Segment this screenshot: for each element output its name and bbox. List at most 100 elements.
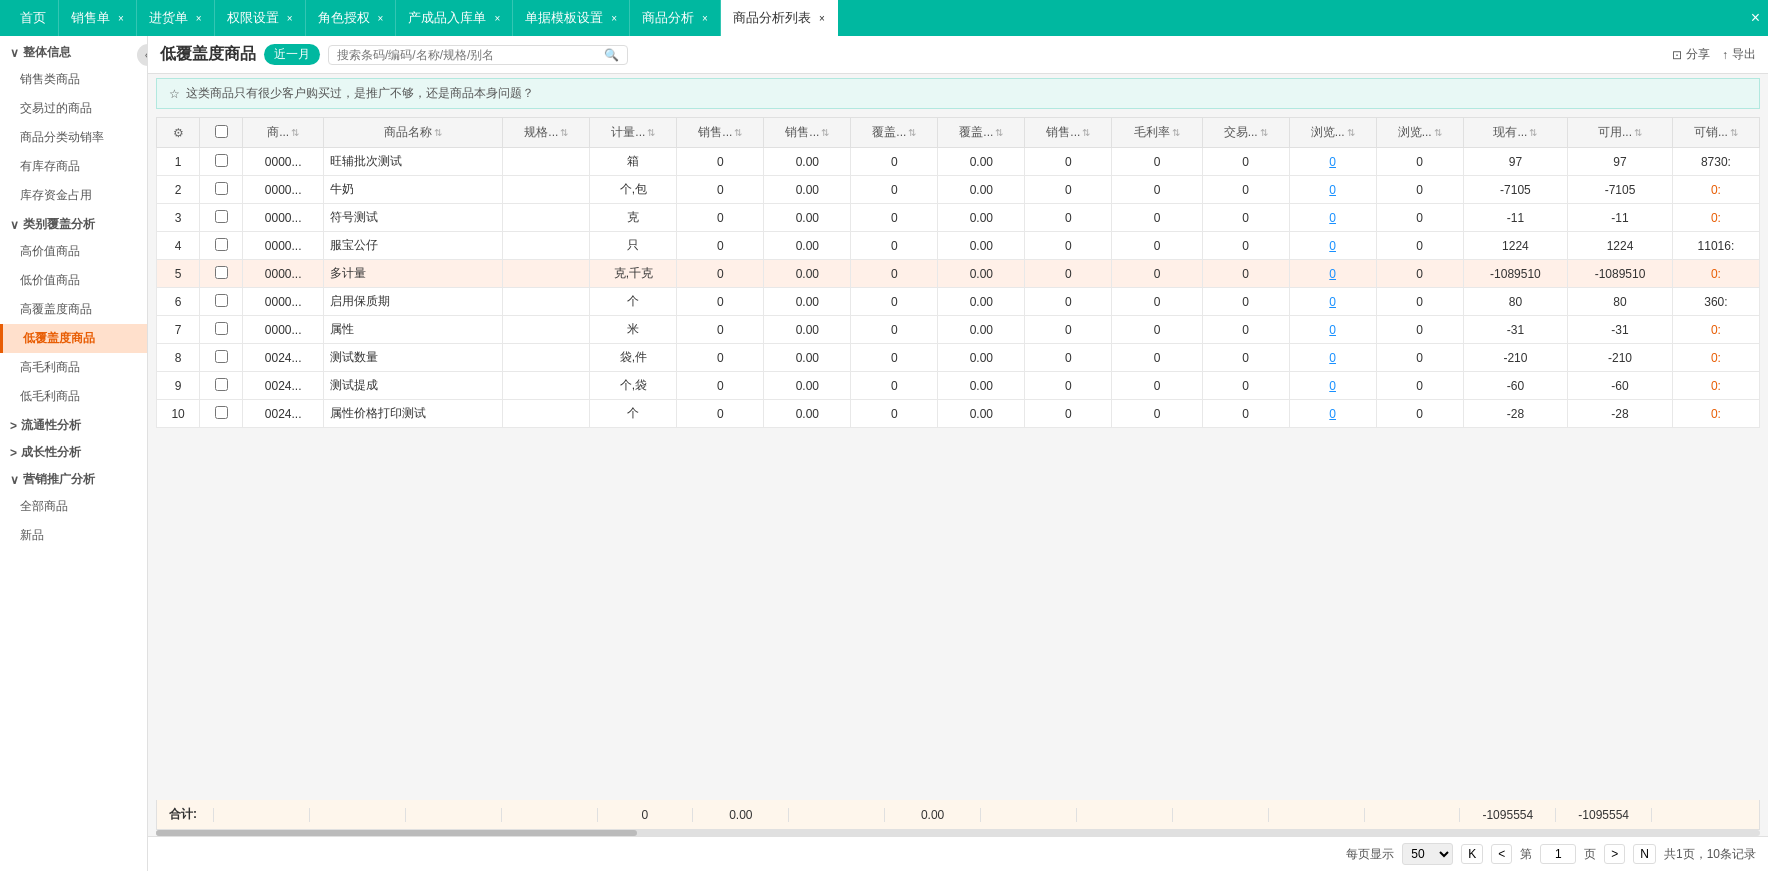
- nav-tab-product-stock[interactable]: 产成品入库单 ×: [396, 0, 513, 36]
- sidebar-item-low-value[interactable]: 低价值商品: [0, 266, 147, 295]
- checkbox-column-header[interactable]: [200, 118, 243, 148]
- col-header-view2[interactable]: 浏览...⇅: [1376, 118, 1463, 148]
- close-icon[interactable]: ×: [378, 13, 384, 24]
- close-all-tabs-button[interactable]: ×: [1751, 9, 1760, 27]
- row-avail-qty: -11: [1568, 204, 1673, 232]
- sidebar-section-category-coverage[interactable]: ∨ 类别覆盖分析: [0, 210, 147, 237]
- first-page-button[interactable]: K: [1461, 844, 1483, 864]
- row-checkbox[interactable]: [200, 260, 243, 288]
- row-view1[interactable]: 0: [1289, 260, 1376, 288]
- row-view1[interactable]: 0: [1289, 232, 1376, 260]
- col-header-gross-rate[interactable]: 毛利率⇅: [1112, 118, 1202, 148]
- row-checkbox[interactable]: [200, 232, 243, 260]
- row-view1[interactable]: 0: [1289, 148, 1376, 176]
- next-page-button[interactable]: >: [1604, 844, 1625, 864]
- sidebar-item-new-goods[interactable]: 新品: [0, 521, 147, 550]
- col-header-name[interactable]: 商品名称⇅: [324, 118, 503, 148]
- col-header-cover1[interactable]: 覆盖...⇅: [851, 118, 938, 148]
- sidebar-section-growth[interactable]: > 成长性分析: [0, 438, 147, 465]
- row-select-checkbox[interactable]: [215, 378, 228, 391]
- close-icon[interactable]: ×: [494, 13, 500, 24]
- share-button[interactable]: ⊡ 分享: [1672, 46, 1710, 63]
- table-container[interactable]: ⚙ 商...⇅ 商品名称⇅ 规格...⇅ 计量...⇅ 销售...⇅ 销售...…: [148, 113, 1768, 800]
- nav-tab-sales[interactable]: 销售单 ×: [59, 0, 137, 36]
- settings-column-header[interactable]: ⚙: [157, 118, 200, 148]
- sidebar-section-marketing[interactable]: ∨ 营销推广分析: [0, 465, 147, 492]
- sidebar-item-low-margin[interactable]: 低毛利商品: [0, 382, 147, 411]
- row-checkbox[interactable]: [200, 288, 243, 316]
- row-select-checkbox[interactable]: [215, 350, 228, 363]
- sidebar-item-high-value[interactable]: 高价值商品: [0, 237, 147, 266]
- col-header-code[interactable]: 商...⇅: [242, 118, 324, 148]
- row-select-checkbox[interactable]: [215, 182, 228, 195]
- row-checkbox[interactable]: [200, 176, 243, 204]
- row-select-checkbox[interactable]: [215, 210, 228, 223]
- col-header-sales-qty[interactable]: 销售...⇅: [677, 118, 764, 148]
- col-header-unit[interactable]: 计量...⇅: [590, 118, 677, 148]
- nav-tab-analysis[interactable]: 商品分析 ×: [630, 0, 721, 36]
- row-checkbox[interactable]: [200, 400, 243, 428]
- select-all-checkbox[interactable]: [215, 125, 228, 138]
- row-select-checkbox[interactable]: [215, 266, 228, 279]
- row-avail-qty: -28: [1568, 400, 1673, 428]
- close-icon[interactable]: ×: [702, 13, 708, 24]
- row-checkbox[interactable]: [200, 316, 243, 344]
- row-checkbox[interactable]: [200, 148, 243, 176]
- row-view1[interactable]: 0: [1289, 288, 1376, 316]
- nav-tab-permission[interactable]: 权限设置 ×: [215, 0, 306, 36]
- row-select-checkbox[interactable]: [215, 322, 228, 335]
- filter-period-button[interactable]: 近一月: [264, 44, 320, 65]
- sidebar-item-stocked-goods[interactable]: 有库存商品: [0, 152, 147, 181]
- sidebar-item-high-coverage[interactable]: 高覆盖度商品: [0, 295, 147, 324]
- sidebar-section-liquidity[interactable]: > 流通性分析: [0, 411, 147, 438]
- nav-tab-role[interactable]: 角色授权 ×: [306, 0, 397, 36]
- row-select-checkbox[interactable]: [215, 238, 228, 251]
- sidebar-item-sales-goods[interactable]: 销售类商品: [0, 65, 147, 94]
- row-code: 0024...: [242, 344, 324, 372]
- col-header-sales-amt[interactable]: 销售...⇅: [764, 118, 851, 148]
- sidebar-item-traded-goods[interactable]: 交易过的商品: [0, 94, 147, 123]
- row-view1[interactable]: 0: [1289, 372, 1376, 400]
- close-icon[interactable]: ×: [611, 13, 617, 24]
- row-select-checkbox[interactable]: [215, 406, 228, 419]
- close-icon[interactable]: ×: [287, 13, 293, 24]
- row-view1[interactable]: 0: [1289, 400, 1376, 428]
- row-select-checkbox[interactable]: [215, 294, 228, 307]
- col-header-current-qty[interactable]: 现有...⇅: [1463, 118, 1568, 148]
- close-icon[interactable]: ×: [819, 13, 825, 24]
- row-checkbox[interactable]: [200, 204, 243, 232]
- nav-tab-home[interactable]: 首页: [8, 0, 59, 36]
- row-view1[interactable]: 0: [1289, 204, 1376, 232]
- nav-tab-analysis-list[interactable]: 商品分析列表 ×: [721, 0, 838, 36]
- row-view1[interactable]: 0: [1289, 176, 1376, 204]
- search-input[interactable]: [337, 48, 604, 62]
- row-checkbox[interactable]: [200, 372, 243, 400]
- row-view1[interactable]: 0: [1289, 344, 1376, 372]
- sidebar-item-all-goods[interactable]: 全部商品: [0, 492, 147, 521]
- col-header-sales3[interactable]: 销售...⇅: [1025, 118, 1112, 148]
- col-header-spec[interactable]: 规格...⇅: [503, 118, 590, 148]
- row-checkbox[interactable]: [200, 344, 243, 372]
- footer-cell-empty7: [1076, 808, 1172, 822]
- close-icon[interactable]: ×: [118, 13, 124, 24]
- export-button[interactable]: ↑ 导出: [1722, 46, 1756, 63]
- sidebar-item-high-margin[interactable]: 高毛利商品: [0, 353, 147, 382]
- sidebar-item-category-rate[interactable]: 商品分类动销率: [0, 123, 147, 152]
- prev-page-button[interactable]: <: [1491, 844, 1512, 864]
- last-page-button[interactable]: N: [1633, 844, 1656, 864]
- per-page-select[interactable]: 50 10 20 100: [1402, 843, 1453, 865]
- page-input[interactable]: [1540, 844, 1576, 864]
- nav-tab-purchase[interactable]: 进货单 ×: [137, 0, 215, 36]
- sidebar-item-stock-capital[interactable]: 库存资金占用: [0, 181, 147, 210]
- col-header-trade[interactable]: 交易...⇅: [1202, 118, 1289, 148]
- sidebar-item-low-coverage[interactable]: 低覆盖度商品: [0, 324, 147, 353]
- col-header-cover2[interactable]: 覆盖...⇅: [938, 118, 1025, 148]
- sidebar-section-overview[interactable]: ∨ 整体信息: [0, 36, 147, 65]
- nav-tab-template[interactable]: 单据模板设置 ×: [513, 0, 630, 36]
- row-view1[interactable]: 0: [1289, 316, 1376, 344]
- col-header-view1[interactable]: 浏览...⇅: [1289, 118, 1376, 148]
- row-select-checkbox[interactable]: [215, 154, 228, 167]
- close-icon[interactable]: ×: [196, 13, 202, 24]
- col-header-avail-qty[interactable]: 可用...⇅: [1568, 118, 1673, 148]
- col-header-sale-avail[interactable]: 可销...⇅: [1672, 118, 1759, 148]
